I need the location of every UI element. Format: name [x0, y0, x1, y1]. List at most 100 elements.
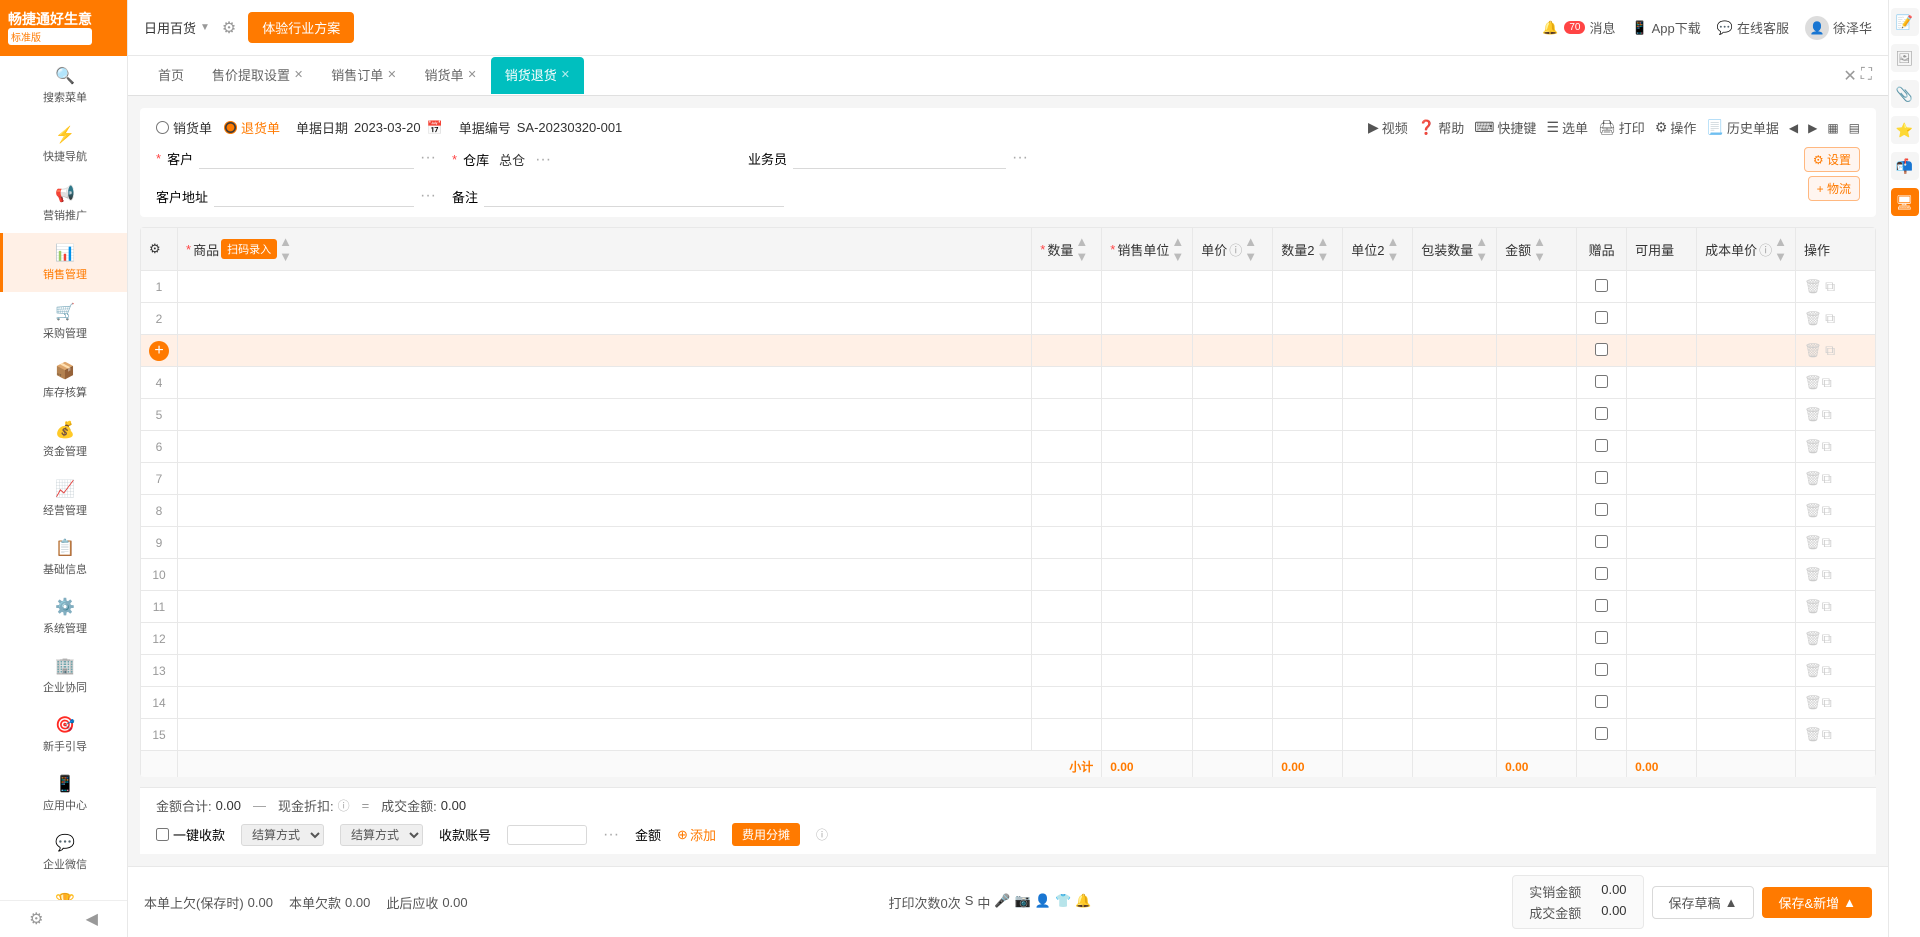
bell-icon[interactable]: 🔔 — [1075, 893, 1091, 912]
sort-arrows-unit[interactable]: ▲▼ — [1171, 234, 1184, 264]
unit-cell[interactable] — [1102, 271, 1193, 303]
radio-delivery-label[interactable]: 销货单 — [156, 118, 212, 137]
sort-arrows-amount[interactable]: ▲▼ — [1533, 234, 1546, 264]
mic-icon[interactable]: 🎤 — [994, 893, 1010, 912]
quantity-cell[interactable] — [1032, 303, 1102, 335]
daily-category[interactable]: 日用百货 ▼ — [144, 18, 210, 37]
form-settings-button[interactable]: ⚙ 设置 — [1804, 147, 1860, 172]
online-service-group[interactable]: 💬 在线客服 — [1717, 18, 1789, 37]
tab-sales-return-close[interactable]: ✕ — [561, 68, 570, 81]
gift-checkbox[interactable] — [1595, 535, 1608, 548]
copy-row-icon[interactable]: ⧉ — [1822, 438, 1832, 454]
shortcut-btn[interactable]: ⌨ 快捷键 — [1474, 118, 1536, 137]
person-icon[interactable]: 👤 — [1035, 893, 1051, 912]
delete-row-icon[interactable]: 🗑 — [1804, 566, 1822, 582]
sidebar-item-member[interactable]: 🏆 畅会员 — [0, 882, 127, 900]
add-row-button[interactable]: + — [149, 341, 169, 361]
delete-row-icon-add[interactable]: 🗑 — [1804, 342, 1822, 358]
add-row-btn-cell[interactable]: + — [141, 335, 178, 367]
dropdown-arrow-icon-save[interactable]: ▲ — [1843, 895, 1856, 910]
customer-select-icon[interactable]: ··· — [420, 149, 436, 167]
app-download-group[interactable]: 📱 App下载 — [1631, 18, 1700, 37]
notification-group[interactable]: 🔔 70 消息 — [1542, 18, 1615, 37]
gift-cell[interactable] — [1577, 271, 1627, 303]
copy-row-icon[interactable]: ⧉ — [1822, 502, 1832, 518]
camera-icon[interactable]: 📷 — [1015, 893, 1031, 912]
sidebar-item-operations[interactable]: 📈 经营管理 — [0, 469, 127, 528]
sidebar-item-search[interactable]: 🔍 搜索菜单 — [0, 56, 127, 115]
price-cell[interactable] — [1193, 303, 1273, 335]
staff-select-icon[interactable]: ··· — [1012, 149, 1028, 167]
gift-checkbox[interactable] — [1595, 567, 1608, 580]
mini-btn-screen[interactable]: 🖥 — [1891, 188, 1919, 216]
pack-qty-cell[interactable] — [1413, 303, 1497, 335]
gift-checkbox[interactable] — [1595, 375, 1608, 388]
unit-cell[interactable] — [1102, 303, 1193, 335]
tshirt-icon[interactable]: 👕 — [1055, 893, 1071, 912]
sidebar-item-marketing[interactable]: 📢 营销推广 — [0, 174, 127, 233]
user-profile[interactable]: 👤 徐泽华 — [1805, 16, 1872, 40]
copy-row-icon[interactable]: ⧉ — [1822, 374, 1832, 390]
qty2-cell[interactable] — [1273, 303, 1343, 335]
mini-btn-message[interactable]: 📬 — [1891, 152, 1919, 180]
mini-btn-star[interactable]: ⭐ — [1891, 116, 1919, 144]
product-cell[interactable] — [178, 271, 1032, 303]
sidebar-item-system[interactable]: ⚙️ 系统管理 — [0, 587, 127, 646]
delete-row-icon[interactable]: 🗑 — [1804, 598, 1822, 614]
tab-sales-delivery-close[interactable]: ✕ — [468, 68, 477, 81]
sort-arrows-unit2[interactable]: ▲▼ — [1386, 234, 1399, 264]
c-icon[interactable]: 中 — [977, 893, 990, 912]
gift-checkbox[interactable] — [1595, 663, 1608, 676]
quantity-cell-add[interactable] — [1032, 335, 1102, 367]
pack-qty-cell-add[interactable] — [1413, 335, 1497, 367]
gift-cell[interactable] — [1577, 303, 1627, 335]
radio-delivery-input[interactable] — [156, 121, 169, 134]
delete-row-icon[interactable]: 🗑 — [1804, 278, 1822, 294]
mini-btn-note[interactable]: 📝 — [1891, 8, 1919, 36]
gift-checkbox[interactable] — [1595, 407, 1608, 420]
fee-split-button[interactable]: 费用分摊 — [732, 823, 800, 846]
gift-checkbox[interactable] — [1595, 727, 1608, 740]
product-cell[interactable] — [178, 303, 1032, 335]
tab-sales-order-close[interactable]: ✕ — [387, 68, 396, 81]
payment-method-select[interactable]: 结算方式 — [241, 824, 324, 846]
address-input[interactable] — [214, 185, 414, 207]
delete-row-icon[interactable]: 🗑 — [1804, 662, 1822, 678]
copy-row-icon[interactable]: ⧉ — [1825, 278, 1835, 294]
radio-return-label[interactable]: 退货单 — [224, 118, 280, 137]
gift-checkbox[interactable] — [1595, 503, 1608, 516]
tab-sales-return[interactable]: 销货退货 ✕ — [491, 57, 584, 94]
qty2-cell-add[interactable] — [1273, 335, 1343, 367]
delete-row-icon[interactable]: 🗑 — [1804, 310, 1822, 326]
copy-row-icon[interactable]: ⧉ — [1822, 726, 1832, 742]
copy-row-icon[interactable]: ⧉ — [1822, 534, 1832, 550]
add-fee-button[interactable]: ⊕ 添加 — [677, 825, 716, 844]
quantity-cell[interactable] — [1032, 271, 1102, 303]
delete-row-icon[interactable]: 🗑 — [1804, 630, 1822, 646]
copy-row-icon[interactable]: ⧉ — [1822, 630, 1832, 646]
product-cell-add[interactable] — [178, 335, 1032, 367]
delete-row-icon[interactable]: 🗑 — [1804, 694, 1822, 710]
settings-bottom-icon[interactable]: ⚙ — [29, 909, 43, 929]
help-btn[interactable]: ❓ 帮助 — [1418, 118, 1464, 137]
gift-checkbox[interactable] — [1595, 631, 1608, 644]
maximize-icon[interactable]: ⛶ — [1861, 66, 1872, 86]
sidebar-item-app-center[interactable]: 📱 应用中心 — [0, 764, 127, 823]
fee-split-info-icon[interactable]: ⓘ — [816, 826, 828, 843]
account-select-icon[interactable]: ··· — [603, 826, 619, 844]
amount-cell-add[interactable] — [1497, 335, 1577, 367]
sort-arrows-pack[interactable]: ▲▼ — [1475, 234, 1488, 264]
history-btn[interactable]: 📃 历史单据 — [1706, 118, 1778, 137]
tab-sales-order[interactable]: 销售订单 ✕ — [317, 57, 410, 94]
mini-btn-image[interactable]: 🖼 — [1891, 44, 1919, 72]
topbar-gear-icon[interactable]: ⚙ — [222, 18, 236, 38]
experience-button[interactable]: 体验行业方案 — [248, 12, 354, 43]
prev-record-btn[interactable]: ◀ — [1789, 121, 1798, 135]
gift-checkbox[interactable] — [1595, 439, 1608, 452]
gift-checkbox[interactable] — [1595, 311, 1608, 324]
delete-row-icon[interactable]: 🗑 — [1804, 374, 1822, 390]
grid-view-btn[interactable]: ▦ — [1827, 121, 1838, 135]
gift-cell-add[interactable] — [1577, 335, 1627, 367]
copy-row-icon[interactable]: ⧉ — [1822, 598, 1832, 614]
list-view-btn[interactable]: ▤ — [1849, 121, 1860, 135]
